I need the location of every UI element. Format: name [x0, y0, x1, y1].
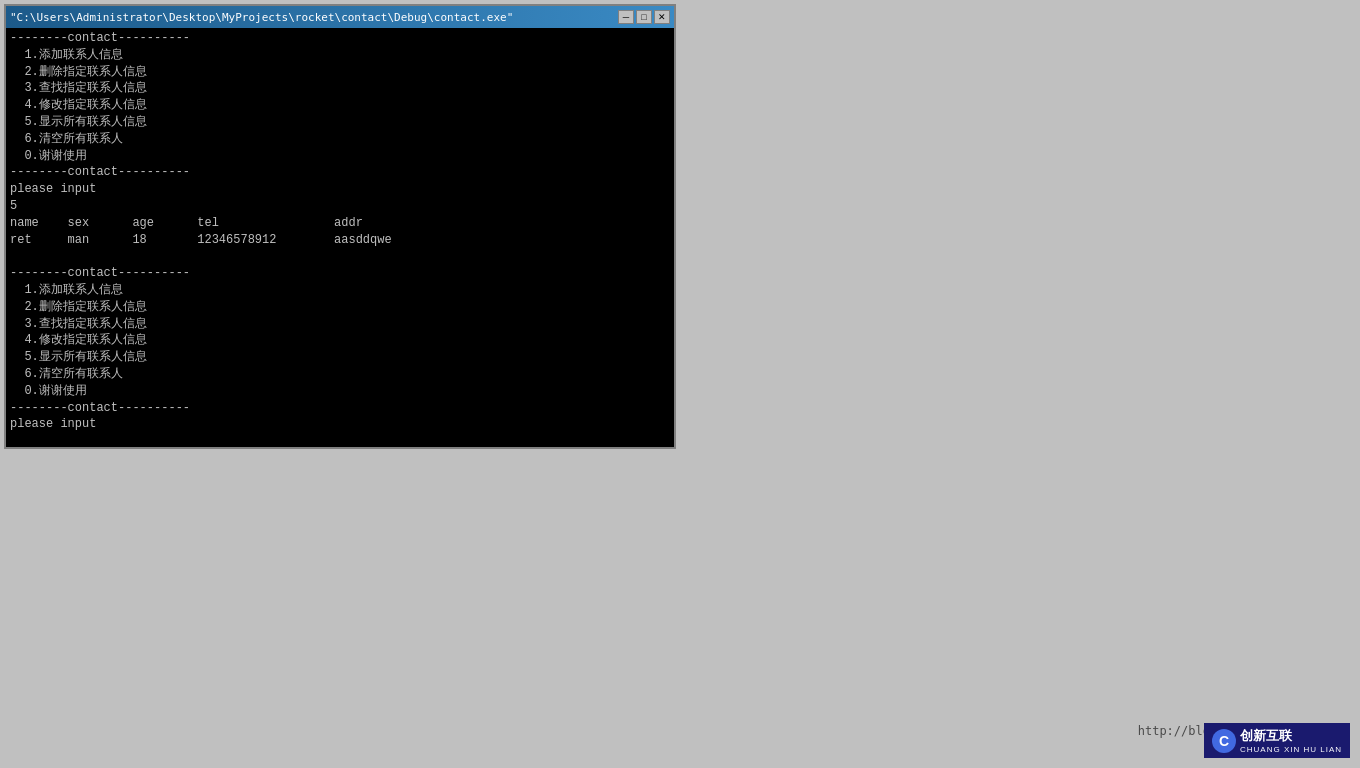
logo-text: 创新互联 CHUANG XIN HU LIAN [1240, 727, 1342, 754]
logo-text-line2: CHUANG XIN HU LIAN [1240, 745, 1342, 754]
title-bar-buttons: ─ □ ✕ [618, 10, 670, 24]
close-button[interactable]: ✕ [654, 10, 670, 24]
logo-icon: C [1212, 729, 1236, 753]
title-bar-text: "C:\Users\Administrator\Desktop\MyProjec… [10, 11, 618, 24]
logo-area: C 创新互联 CHUANG XIN HU LIAN [1204, 723, 1350, 758]
logo-text-line1: 创新互联 [1240, 727, 1342, 745]
console-area: --------contact---------- 1.添加联系人信息 2.删除… [6, 28, 674, 447]
title-bar: "C:\Users\Administrator\Desktop\MyProjec… [6, 6, 674, 28]
minimize-button[interactable]: ─ [618, 10, 634, 24]
console-text: --------contact---------- 1.添加联系人信息 2.删除… [10, 30, 670, 433]
console-output[interactable]: --------contact---------- 1.添加联系人信息 2.删除… [6, 28, 674, 447]
logo-box: C 创新互联 CHUANG XIN HU LIAN [1204, 723, 1350, 758]
console-window[interactable]: "C:\Users\Administrator\Desktop\MyProjec… [4, 4, 676, 449]
restore-button[interactable]: □ [636, 10, 652, 24]
